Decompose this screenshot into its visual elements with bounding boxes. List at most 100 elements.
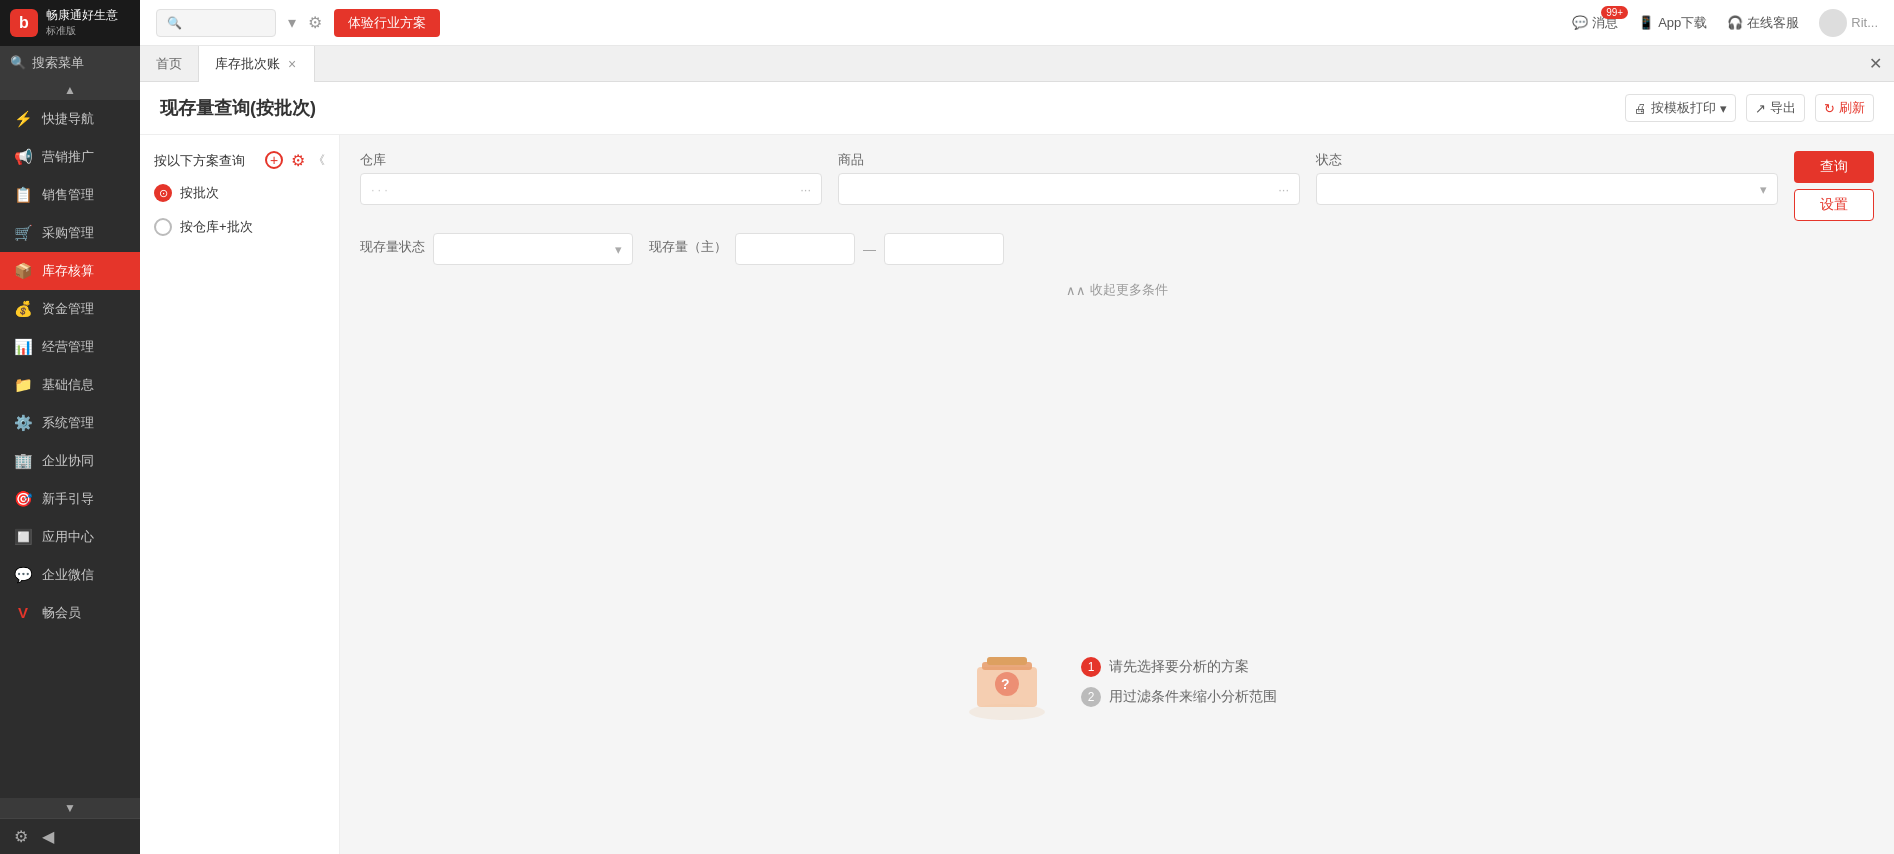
sidebar-item-marketing[interactable]: 📢 营销推广	[0, 138, 140, 176]
sidebar-search[interactable]: 🔍 搜索菜单	[0, 46, 140, 80]
filter-item-label: 按批次	[180, 184, 219, 202]
sidebar-item-system[interactable]: ⚙️ 系统管理	[0, 404, 140, 442]
sidebar-item-wechat[interactable]: 💬 企业微信	[0, 556, 140, 594]
empty-tips: 1 请先选择要分析的方案 2 用过滤条件来缩小分析范围	[1081, 657, 1277, 707]
sidebar-item-label: 库存核算	[42, 262, 94, 280]
empty-state: ? 1 请先选择要分析的方案 2 用过滤条件来缩小分析范围	[340, 511, 1894, 855]
topbar-settings-icon[interactable]: ⚙	[308, 13, 322, 32]
refresh-button[interactable]: ↻ 刷新	[1815, 94, 1874, 122]
main-content: 🔍 ▾ ⚙ 体验行业方案 💬 消息 99+ 📱 App下载 🎧 在线客服 Rit…	[140, 0, 1894, 854]
print-icon: 🖨	[1634, 101, 1647, 116]
sidebar-item-member[interactable]: V 畅会员	[0, 594, 140, 632]
query-results-area: 仓库 ··· ··· 商品 ···	[340, 135, 1894, 854]
sidebar-item-quick-nav[interactable]: ⚡ 快捷导航	[0, 100, 140, 138]
filter-item-by-warehouse-batch[interactable]: 按仓库+批次	[140, 210, 339, 244]
close-icon: ✕	[1869, 54, 1882, 73]
app-download-button[interactable]: 📱 App下载	[1638, 14, 1707, 32]
collapse-label: 收起更多条件	[1090, 281, 1168, 299]
sidebar-item-enterprise[interactable]: 🏢 企业协同	[0, 442, 140, 480]
footer-collapse-icon[interactable]: ◀	[42, 827, 54, 846]
stock-qty-group: 现存量（主） —	[649, 233, 1004, 265]
warehouse-filter-group: 仓库 ··· ···	[360, 151, 822, 205]
filter-add-icon[interactable]: +	[265, 151, 283, 169]
sidebar-item-purchase[interactable]: 🛒 采购管理	[0, 214, 140, 252]
sidebar-item-label: 快捷导航	[42, 110, 94, 128]
topbar: 🔍 ▾ ⚙ 体验行业方案 💬 消息 99+ 📱 App下载 🎧 在线客服 Rit…	[140, 0, 1894, 46]
sidebar-item-label: 新手引导	[42, 490, 94, 508]
sidebar-item-label: 应用中心	[42, 528, 94, 546]
stock-status-label: 现存量状态	[360, 238, 425, 256]
export-button[interactable]: ↗ 导出	[1746, 94, 1805, 122]
sidebar-item-newbie[interactable]: 🎯 新手引导	[0, 480, 140, 518]
wechat-icon: 💬	[14, 566, 32, 584]
query-actions: 查询 设置	[1794, 151, 1874, 221]
status-select[interactable]: ▾	[1316, 173, 1778, 205]
search-icon: 🔍	[10, 55, 26, 70]
basic-icon: 📁	[14, 376, 32, 394]
sidebar: b 畅康通好生意 标准版 🔍 搜索菜单 ▲ ⚡ 快捷导航 📢 营销推广 📋 销售…	[0, 0, 140, 854]
stock-qty-max-input[interactable]	[884, 233, 1004, 265]
sidebar-item-label: 销售管理	[42, 186, 94, 204]
collapse-row[interactable]: ∧∧ 收起更多条件	[360, 277, 1874, 303]
warehouse-input[interactable]: ··· ···	[360, 173, 822, 205]
appcenter-icon: 🔲	[14, 528, 32, 546]
tabbar: 首页 库存批次账 × ✕	[140, 46, 1894, 82]
user-avatar-area[interactable]: Rit...	[1819, 9, 1878, 37]
purchase-icon: 🛒	[14, 224, 32, 242]
stock-qty-min-input[interactable]	[735, 233, 855, 265]
tip-1-num: 1	[1081, 657, 1101, 677]
sidebar-item-label: 畅会员	[42, 604, 81, 622]
content-area: 按以下方案查询 + ⚙ 《 ⊙ 按批次 按仓库+批次	[140, 135, 1894, 854]
tip-1-text: 请先选择要分析的方案	[1109, 658, 1249, 676]
industry-solution-button[interactable]: 体验行业方案	[334, 9, 440, 37]
message-icon: 💬	[1572, 15, 1588, 30]
app-logo: b	[10, 9, 38, 37]
topbar-dropdown-icon[interactable]: ▾	[288, 13, 296, 32]
sidebar-item-label: 基础信息	[42, 376, 94, 394]
filter-item-by-batch[interactable]: ⊙ 按批次	[140, 176, 339, 210]
tabbar-close[interactable]: ✕	[1869, 54, 1894, 73]
online-service-button[interactable]: 🎧 在线客服	[1727, 14, 1799, 32]
sidebar-scroll-down[interactable]: ▼	[0, 798, 140, 818]
sidebar-item-label: 经营管理	[42, 338, 94, 356]
avatar	[1819, 9, 1847, 37]
warehouse-input-placeholder: ···	[371, 182, 391, 197]
svg-text:?: ?	[1001, 676, 1010, 692]
page-content: 现存量查询(按批次) 🖨 按模板打印 ▾ ↗ 导出 ↻ 刷新	[140, 82, 1894, 854]
status-filter-group: 状态 ▾	[1316, 151, 1778, 205]
footer-settings-icon[interactable]: ⚙	[14, 827, 28, 846]
stock-status-select[interactable]: ▾	[433, 233, 633, 265]
goods-input[interactable]: ···	[838, 173, 1300, 205]
finance-icon: 💰	[14, 300, 32, 318]
status-label: 状态	[1316, 151, 1778, 169]
tab-home[interactable]: 首页	[140, 46, 199, 82]
sidebar-item-inventory[interactable]: 📦 库存核算	[0, 252, 140, 290]
search-icon: 🔍	[167, 16, 182, 30]
operation-icon: 📊	[14, 338, 32, 356]
sidebar-scroll-up[interactable]: ▲	[0, 80, 140, 100]
filter-settings-icon[interactable]: ⚙	[291, 151, 305, 170]
sidebar-nav: ⚡ 快捷导航 📢 营销推广 📋 销售管理 🛒 采购管理 📦 库存核算 💰 资金管…	[0, 100, 140, 798]
system-icon: ⚙️	[14, 414, 32, 432]
sales-icon: 📋	[14, 186, 32, 204]
messages-badge: 99+	[1601, 6, 1628, 19]
print-template-button[interactable]: 🖨 按模板打印 ▾	[1625, 94, 1736, 122]
messages-button[interactable]: 💬 消息 99+	[1572, 14, 1618, 32]
filter-panel-header: 按以下方案查询 + ⚙ 《	[140, 145, 339, 176]
filter-collapse-icon[interactable]: 《	[313, 151, 325, 170]
sidebar-item-label: 企业微信	[42, 566, 94, 584]
sidebar-item-operation[interactable]: 📊 经营管理	[0, 328, 140, 366]
tab-inventory-batch[interactable]: 库存批次账 ×	[199, 46, 315, 82]
marketing-icon: 📢	[14, 148, 32, 166]
settings-button[interactable]: 设置	[1794, 189, 1874, 221]
sidebar-item-sales[interactable]: 📋 销售管理	[0, 176, 140, 214]
refresh-icon: ↻	[1824, 101, 1835, 116]
sidebar-item-appcenter[interactable]: 🔲 应用中心	[0, 518, 140, 556]
tip-2-num: 2	[1081, 687, 1101, 707]
topbar-search[interactable]: 🔍	[156, 9, 276, 37]
query-button[interactable]: 查询	[1794, 151, 1874, 183]
sidebar-item-finance[interactable]: 💰 资金管理	[0, 290, 140, 328]
sidebar-item-basic[interactable]: 📁 基础信息	[0, 366, 140, 404]
tab-close-button[interactable]: ×	[286, 56, 298, 72]
stock-status-group: 现存量状态 ▾	[360, 233, 633, 265]
